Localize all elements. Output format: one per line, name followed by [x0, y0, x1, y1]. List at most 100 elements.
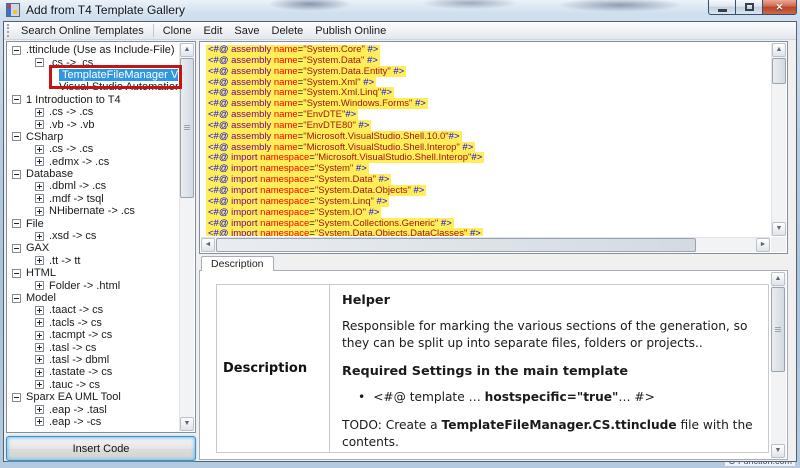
collapse-icon[interactable] [12, 95, 21, 105]
tree-item-eap-tasl[interactable]: .eap -> .tasl [8, 403, 178, 416]
minimize-icon[interactable] [708, 0, 736, 15]
scroll-up-icon[interactable]: ▲ [180, 43, 194, 57]
expand-icon[interactable] [35, 380, 44, 390]
tree-scrollbar-thumb[interactable] [180, 58, 194, 198]
description-text-segment: hostspecific="true" [484, 389, 619, 404]
window-title: Add from T4 Template Gallery [26, 3, 185, 17]
expand-icon[interactable] [35, 231, 44, 241]
tree-item-cs-cs[interactable]: .cs -> .cs [8, 56, 178, 69]
toolbar-grip-icon[interactable] [7, 24, 11, 37]
toolbar-button-publish-online[interactable]: Publish Online [309, 24, 392, 38]
description-text-segment: Responsible for marking the various sect… [342, 319, 748, 351]
tree-item-edmx-cs[interactable]: .edmx -> .cs [8, 156, 178, 168]
tree-item-nhibernate-cs[interactable]: NHibernate -> .cs [8, 205, 178, 217]
close-icon[interactable]: ✕ [763, 0, 797, 15]
tree-scrollbar[interactable]: ▲ ▼ [179, 43, 194, 431]
toolbar-button-save[interactable]: Save [228, 24, 265, 38]
expand-icon[interactable] [35, 417, 44, 427]
tree-item-file[interactable]: File [8, 217, 178, 230]
expand-icon[interactable] [35, 343, 44, 353]
toolbar-button-edit[interactable]: Edit [197, 24, 228, 38]
toolbar-button-search-online-templates[interactable]: Search Online Templates [15, 24, 150, 38]
expand-icon[interactable] [35, 355, 44, 365]
collapse-icon[interactable] [12, 268, 21, 278]
template-tree[interactable]: .ttinclude (Use as Include-File) .cs -> .… [8, 44, 178, 431]
collapse-icon[interactable] [12, 243, 21, 253]
collapse-icon[interactable] [12, 169, 21, 179]
titlebar[interactable]: Add from T4 Template Gallery ✕ [0, 0, 800, 21]
tree-item-templatefilemanager-v-2-1[interactable]: TemplateFileManager V 2.1 [8, 68, 178, 81]
collapse-icon[interactable] [12, 45, 21, 55]
tree-item-tt-tt[interactable]: .tt -> tt [8, 255, 178, 267]
tree-item-1-introduction-to-t4[interactable]: 1 Introduction to T4 [8, 94, 178, 106]
expand-icon[interactable] [35, 120, 44, 130]
tree-item-gax[interactable]: GAX [8, 242, 178, 254]
tree-item-csharp[interactable]: CSharp [8, 131, 178, 143]
tree-item-taact-cs[interactable]: .taact -> cs [8, 304, 178, 316]
code-vscrollbar[interactable]: ▲ ▼ [771, 43, 786, 236]
tree-item-cs-cs[interactable]: .cs -> .cs [8, 106, 178, 118]
expand-icon[interactable] [35, 318, 44, 328]
tree-item-sparx-ea-uml-tool[interactable]: Sparx EA UML Tool [8, 391, 178, 403]
collapse-icon[interactable] [12, 293, 21, 303]
expand-icon[interactable] [35, 256, 44, 266]
toolbar-button-clone[interactable]: Clone [157, 24, 198, 38]
tree-item-dbml-cs[interactable]: .dbml -> .cs [8, 180, 178, 192]
expand-icon[interactable] [35, 330, 44, 340]
app-icon [6, 3, 20, 17]
tree-item-tacmpt-cs[interactable]: .tacmpt -> cs [8, 329, 178, 341]
expand-icon[interactable] [35, 405, 44, 415]
collapse-icon[interactable] [12, 392, 21, 402]
maximize-icon[interactable] [736, 0, 763, 15]
expand-icon[interactable] [35, 305, 44, 315]
expand-icon[interactable] [35, 157, 44, 167]
collapse-icon[interactable] [35, 58, 44, 68]
tree-item-xsd-cs[interactable]: .xsd -> cs [8, 230, 178, 242]
description-heading: Helper [342, 293, 390, 308]
tree-item-cs-cs[interactable]: .cs -> .cs [8, 143, 178, 155]
code-hscrollbar-thumb[interactable] [216, 238, 696, 252]
tree-item-label: NHibernate -> .cs [49, 205, 135, 218]
description-scrollbar[interactable]: ▲ ▼ [771, 272, 786, 458]
expand-icon[interactable] [35, 281, 44, 291]
tree-item-tasl-dbml[interactable]: .tasl -> dbml [8, 354, 178, 366]
code-preview-panel[interactable]: <#@ assembly name="System.Core" #> <#@ as… [199, 41, 788, 254]
scroll-down-icon[interactable]: ▼ [772, 222, 786, 236]
tree-item-tacls-cs[interactable]: .tacls -> cs [8, 317, 178, 329]
tree-item-model[interactable]: Model [8, 292, 178, 304]
collapse-icon[interactable] [12, 132, 21, 142]
tree-item-vb-vb[interactable]: .vb -> .vb [8, 118, 178, 131]
tree-item-label: .taact -> cs [49, 304, 104, 317]
tree-item-folder-html[interactable]: Folder -> .html [8, 279, 178, 292]
scroll-up-icon[interactable]: ▲ [772, 43, 786, 57]
description-text-segment: … #> [618, 389, 655, 404]
scroll-right-icon[interactable]: ► [756, 238, 770, 252]
tree-item-database[interactable]: Database [8, 168, 178, 180]
tree-item-html[interactable]: HTML [8, 267, 178, 279]
toolbar-button-delete[interactable]: Delete [266, 24, 310, 38]
description-table: Description Helper Responsible for markin… [216, 284, 769, 453]
tree-item-visual-studio-automation-helper[interactable]: Visual Studio Automation Helper [8, 81, 178, 93]
scroll-left-icon[interactable]: ◄ [201, 238, 215, 252]
collapse-icon[interactable] [12, 219, 21, 229]
expand-icon[interactable] [35, 194, 44, 204]
code-hscrollbar[interactable]: ◄ ► [201, 237, 770, 252]
tab-description[interactable]: Description [201, 256, 274, 271]
code-vscrollbar-thumb[interactable] [772, 58, 786, 84]
scroll-down-icon[interactable]: ▼ [180, 417, 194, 431]
tree-item-tauc-cs[interactable]: .tauc -> cs [8, 379, 178, 391]
insert-code-button[interactable]: Insert Code [6, 436, 196, 461]
tree-item-tasl-cs[interactable]: .tasl -> cs [8, 341, 178, 354]
scroll-down-icon[interactable]: ▼ [771, 444, 785, 458]
expand-icon[interactable] [35, 107, 44, 117]
description-scrollbar-thumb[interactable] [771, 287, 785, 372]
scroll-up-icon[interactable]: ▲ [771, 272, 785, 286]
tree-item-eap-cs[interactable]: .eap -> -cs [8, 416, 178, 428]
expand-icon[interactable] [35, 206, 44, 216]
expand-icon[interactable] [35, 144, 44, 154]
tree-item-tastate-cs[interactable]: .tastate -> cs [8, 366, 178, 378]
expand-icon[interactable] [35, 367, 44, 377]
expand-icon[interactable] [35, 181, 44, 191]
tree-item-ttinclude-use-as-include-file[interactable]: .ttinclude (Use as Include-File) [8, 44, 178, 56]
tree-item-mdf-tsql[interactable]: .mdf -> tsql [8, 193, 178, 205]
